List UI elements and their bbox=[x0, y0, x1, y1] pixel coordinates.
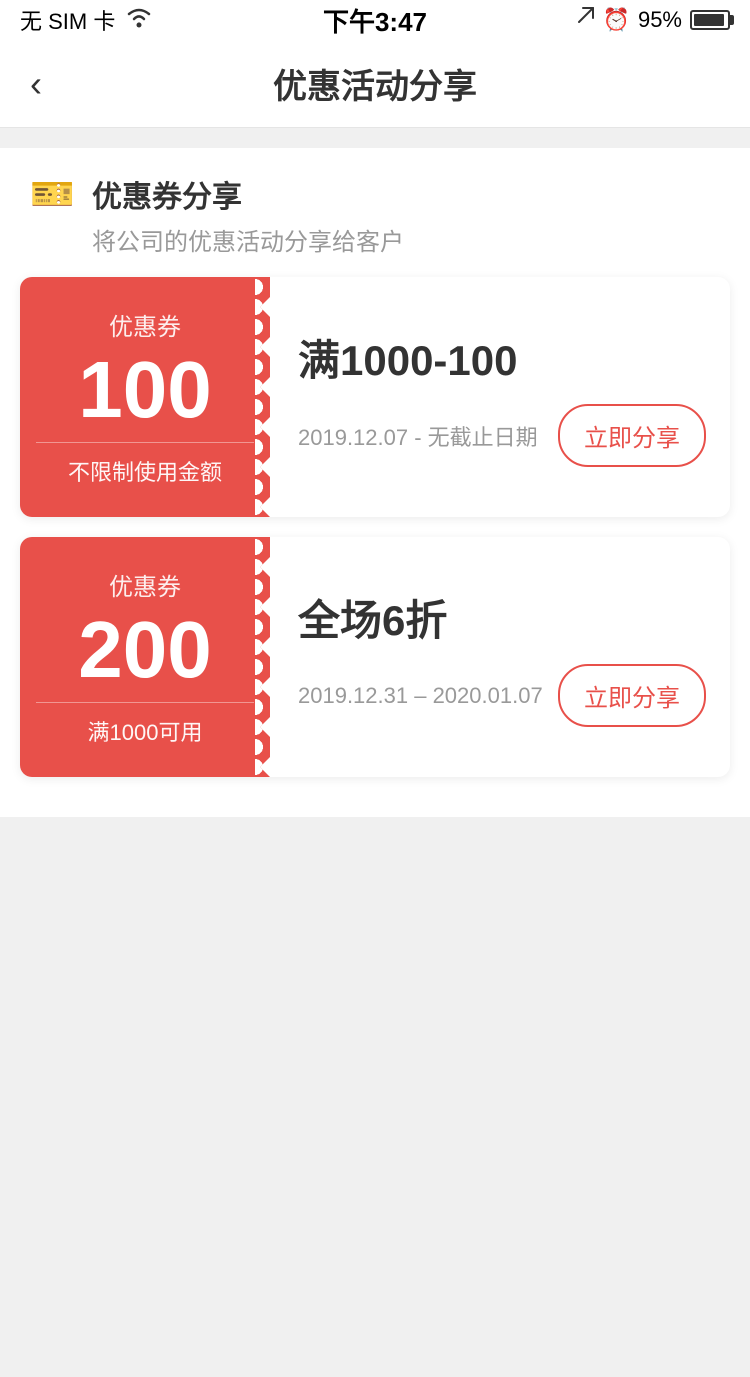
battery-fill bbox=[694, 14, 724, 26]
back-button[interactable]: ‹ bbox=[30, 63, 42, 105]
status-bar: 无 SIM 卡 下午3:47 ⏰ 95% bbox=[0, 0, 750, 40]
section-subtitle: 将公司的优惠活动分享给客户 bbox=[92, 222, 404, 257]
coupon-card-2: 优惠券 200 满1000可用 全场6折 2019.12.31 – 2020.0… bbox=[20, 537, 730, 777]
section-title: 优惠券分享 bbox=[92, 172, 404, 216]
coupon-divider-2 bbox=[36, 702, 254, 703]
coupon-amount-2: 200 bbox=[78, 610, 211, 690]
coupon-amount-1: 100 bbox=[78, 350, 211, 430]
status-time: 下午3:47 bbox=[323, 2, 427, 39]
page-title: 优惠活动分享 bbox=[273, 59, 477, 108]
section-icon: 🎫 bbox=[30, 172, 74, 216]
coupon-condition-2: 满1000可用 bbox=[88, 715, 203, 747]
coupon-bottom-row-2: 2019.12.31 – 2020.01.07 立即分享 bbox=[298, 664, 706, 727]
coupon-label-1: 优惠券 bbox=[109, 307, 181, 342]
coupon-right-2: 全场6折 2019.12.31 – 2020.01.07 立即分享 bbox=[270, 537, 730, 777]
coupon-title-1: 满1000-100 bbox=[298, 327, 706, 388]
section-header: 🎫 优惠券分享 将公司的优惠活动分享给客户 bbox=[0, 148, 750, 277]
coupon-left-2: 优惠券 200 满1000可用 bbox=[20, 537, 270, 777]
coupon-date-1: 2019.12.07 - 无截止日期 bbox=[298, 420, 548, 452]
status-left: 无 SIM 卡 bbox=[20, 4, 153, 36]
nav-bar: ‹ 优惠活动分享 bbox=[0, 40, 750, 128]
coupon-divider-1 bbox=[36, 442, 254, 443]
share-button-1[interactable]: 立即分享 bbox=[558, 404, 706, 467]
coupon-left-1: 优惠券 100 不限制使用金额 bbox=[20, 277, 270, 517]
share-button-2[interactable]: 立即分享 bbox=[558, 664, 706, 727]
status-right: ⏰ 95% bbox=[577, 6, 730, 34]
coupon-condition-1: 不限制使用金额 bbox=[68, 455, 222, 487]
battery-icon bbox=[690, 10, 730, 30]
coupon-bottom-row-1: 2019.12.07 - 无截止日期 立即分享 bbox=[298, 404, 706, 467]
location-icon bbox=[577, 6, 595, 34]
coupon-date-2: 2019.12.31 – 2020.01.07 bbox=[298, 683, 548, 709]
coupon-list: 优惠券 100 不限制使用金额 满1000-100 2019.12.07 - 无… bbox=[0, 277, 750, 817]
coupon-card: 优惠券 100 不限制使用金额 满1000-100 2019.12.07 - 无… bbox=[20, 277, 730, 517]
wifi-icon bbox=[125, 6, 153, 34]
battery-percent: 95% bbox=[638, 7, 682, 33]
coupon-label-2: 优惠券 bbox=[109, 567, 181, 602]
coupon-right-1: 满1000-100 2019.12.07 - 无截止日期 立即分享 bbox=[270, 277, 730, 517]
alarm-icon: ⏰ bbox=[603, 7, 630, 33]
section-gap bbox=[0, 128, 750, 148]
section-header-text: 优惠券分享 将公司的优惠活动分享给客户 bbox=[92, 172, 404, 257]
coupon-title-2: 全场6折 bbox=[298, 587, 706, 648]
empty-area bbox=[0, 817, 750, 1377]
carrier-label: 无 SIM 卡 bbox=[20, 4, 115, 36]
